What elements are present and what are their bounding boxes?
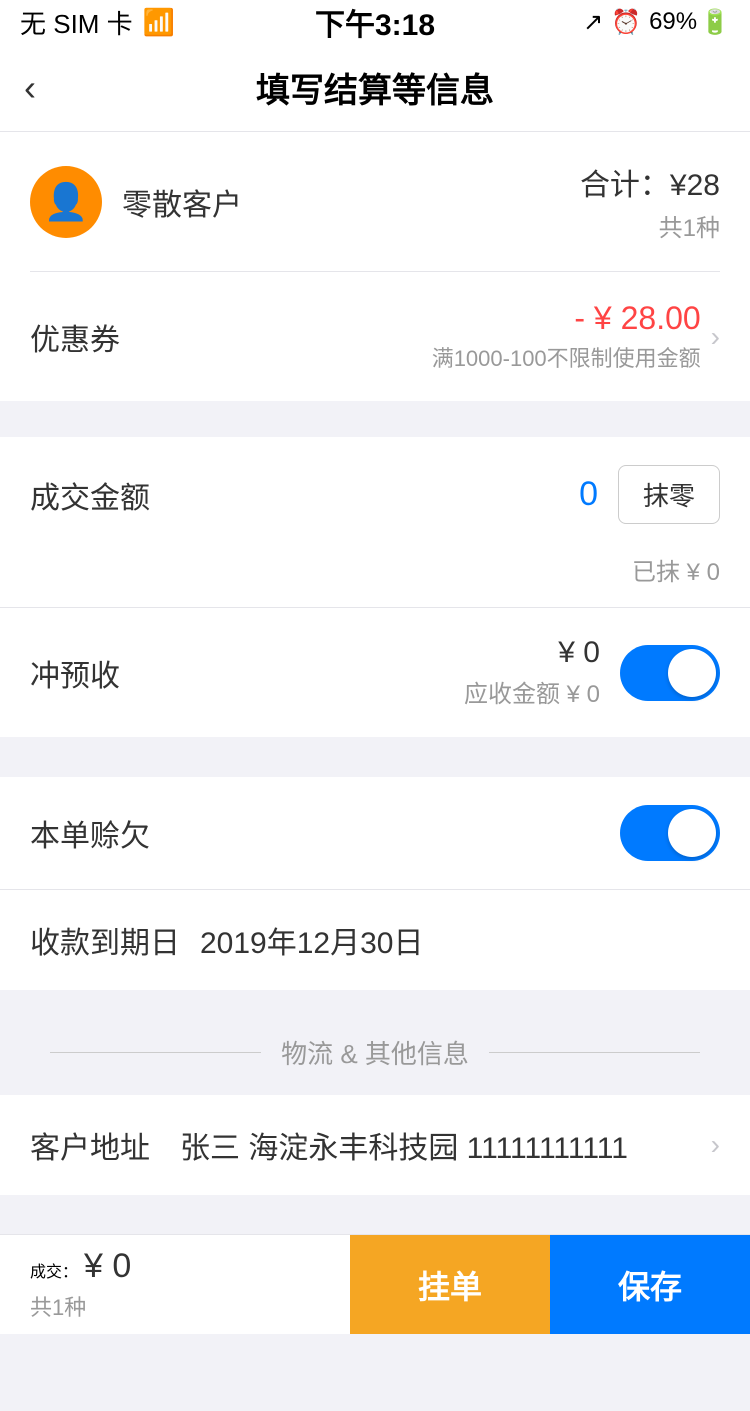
status-bar: 无 SIM 卡 📶 下午3:18 ↗ ⏰ 69% 🔋 xyxy=(0,0,750,44)
status-right: ↗ ⏰ 69% 🔋 xyxy=(583,8,730,37)
address-value: 张三 海淀永丰科技园 11111111111 xyxy=(180,1123,711,1167)
transaction-value: 0 xyxy=(579,475,598,514)
advance-row: 冲预收 ¥ 0 应收金额 ¥ 0 xyxy=(0,607,750,737)
hold-button[interactable]: 挂单 xyxy=(350,1235,550,1334)
total-amount: 合计：¥28 xyxy=(580,160,720,204)
coupon-value-block: - ¥ 28.00 满1000-100不限制使用金额 xyxy=(432,300,701,373)
avatar-icon: 👤 xyxy=(44,181,89,223)
wifi-icon: 📶 xyxy=(143,7,175,38)
bottom-summary-count: 共1种 xyxy=(30,1290,320,1322)
advance-sub: 应收金额 ¥ 0 xyxy=(464,674,600,709)
toggle-knob xyxy=(668,649,716,697)
advance-label: 冲预收 xyxy=(30,651,120,695)
total-count: 共1种 xyxy=(580,208,720,243)
logistics-title: 物流 & 其他信息 xyxy=(281,1034,469,1071)
carrier-text: 无 SIM 卡 xyxy=(20,4,133,41)
coupon-label: 优惠券 xyxy=(30,315,120,359)
customer-section: 👤 零散客户 合计：¥28 共1种 优惠券 - ¥ 28.00 满1000-10… xyxy=(0,132,750,401)
advance-toggle[interactable] xyxy=(620,645,720,701)
transaction-row: 成交金额 0 抹零 xyxy=(0,437,750,552)
address-label: 客户地址 xyxy=(30,1123,150,1167)
bottom-summary: 成交： ¥ 0 共1种 xyxy=(0,1235,350,1334)
section-gap-1 xyxy=(0,417,750,437)
avatar: 👤 xyxy=(30,166,102,238)
advance-amount: ¥ 0 xyxy=(464,636,600,670)
nav-bar: ‹ 填写结算等信息 xyxy=(0,44,750,132)
alarm-icon: ⏰ xyxy=(611,8,641,37)
status-left: 无 SIM 卡 📶 xyxy=(20,4,175,41)
transaction-right: 0 抹零 xyxy=(579,465,720,524)
bottom-actions: 挂单 保存 xyxy=(350,1235,750,1334)
advance-right: ¥ 0 应收金额 ¥ 0 xyxy=(464,636,720,709)
address-section: 客户地址 张三 海淀永丰科技园 11111111111 › xyxy=(0,1095,750,1195)
due-date-label: 收款到期日 xyxy=(30,918,180,962)
due-date-value: 2019年12月30日 xyxy=(200,918,423,962)
back-button[interactable]: ‹ xyxy=(24,67,36,109)
address-chevron-icon: › xyxy=(711,1129,720,1161)
content-area: 👤 零散客户 合计：¥28 共1种 优惠券 - ¥ 28.00 满1000-10… xyxy=(0,132,750,1411)
customer-row: 👤 零散客户 合计：¥28 共1种 xyxy=(0,132,750,271)
logistics-header: 物流 & 其他信息 xyxy=(0,1010,750,1095)
round-button[interactable]: 抹零 xyxy=(618,465,720,524)
page-title: 填写结算等信息 xyxy=(256,63,494,112)
customer-left: 👤 零散客户 xyxy=(30,166,242,238)
coupon-row[interactable]: 优惠券 - ¥ 28.00 满1000-100不限制使用金额 › xyxy=(0,272,750,401)
battery-icon: 🔋 xyxy=(700,8,730,37)
due-date-row: 收款到期日 2019年12月30日 xyxy=(0,889,750,990)
bottom-summary-label: 成交： xyxy=(30,1258,78,1282)
battery-indicator: 69% 🔋 xyxy=(649,8,730,37)
coupon-amount: - ¥ 28.00 xyxy=(432,300,701,337)
bottom-summary-amount: ¥ 0 xyxy=(84,1247,131,1286)
bottom-bar: 成交： ¥ 0 共1种 挂单 保存 xyxy=(0,1234,750,1334)
transaction-label: 成交金额 xyxy=(30,473,150,517)
status-time: 下午3:18 xyxy=(315,0,435,44)
customer-total: 合计：¥28 共1种 xyxy=(580,160,720,243)
already-rounded: 已抹 ¥ 0 xyxy=(0,552,750,607)
debt-section: 本单赊欠 收款到期日 2019年12月30日 xyxy=(0,777,750,990)
customer-name: 零散客户 xyxy=(122,180,242,224)
debt-toggle[interactable] xyxy=(620,805,720,861)
chevron-right-icon: › xyxy=(711,321,720,353)
address-row[interactable]: 客户地址 张三 海淀永丰科技园 11111111111 › xyxy=(0,1095,750,1195)
coupon-right: - ¥ 28.00 满1000-100不限制使用金额 › xyxy=(432,300,720,373)
advance-value-block: ¥ 0 应收金额 ¥ 0 xyxy=(464,636,600,709)
save-button[interactable]: 保存 xyxy=(550,1235,750,1334)
coupon-desc: 满1000-100不限制使用金额 xyxy=(432,341,701,373)
logistics-section: 物流 & 其他信息 xyxy=(0,1010,750,1095)
debt-label: 本单赊欠 xyxy=(30,811,150,855)
section-gap-2 xyxy=(0,737,750,757)
location-icon: ↗ xyxy=(583,8,603,37)
debt-toggle-knob xyxy=(668,809,716,857)
debt-row: 本单赊欠 xyxy=(0,777,750,889)
transaction-section: 成交金额 0 抹零 已抹 ¥ 0 冲预收 ¥ 0 应收金额 ¥ 0 xyxy=(0,437,750,737)
